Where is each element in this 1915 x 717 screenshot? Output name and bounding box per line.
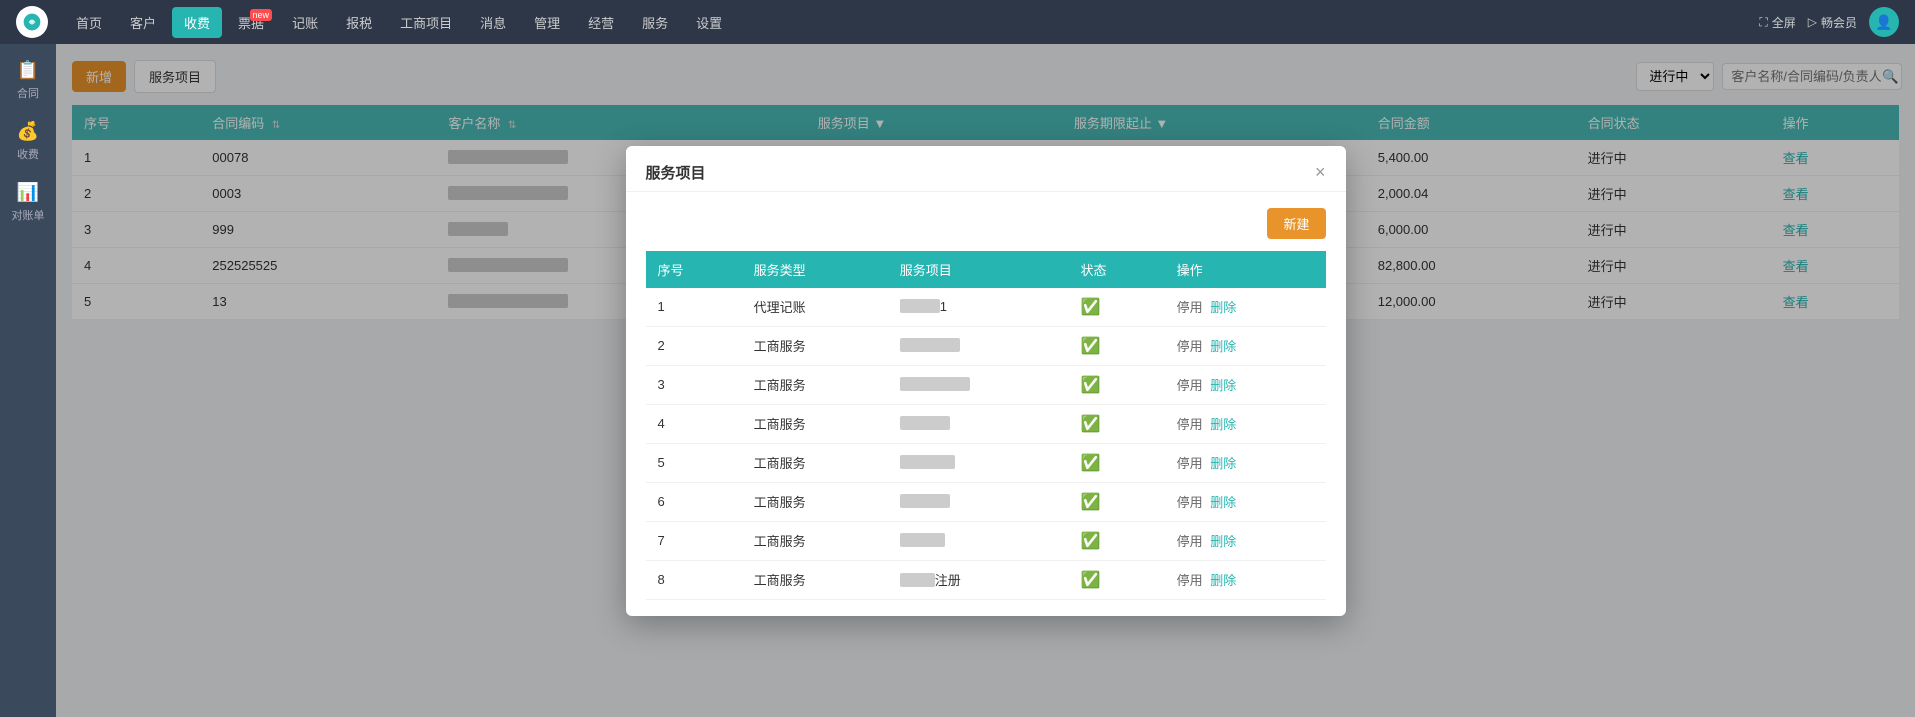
create-service-button[interactable]: 新建 (1267, 208, 1325, 239)
status-check-icon: ✅ (1080, 572, 1100, 589)
modal-table-row: 5 工商服务 ✅ 停用 删除 (646, 443, 1326, 482)
nav-business[interactable]: 工商项目 (388, 7, 464, 38)
nav-menu: 首页 客户 收费 票据 new 记账 报税 工商项目 消息 管理 经营 服务 设… (64, 7, 1759, 38)
delete-button[interactable]: 删除 (1210, 570, 1236, 589)
modal-header: 服务项目 × (626, 146, 1346, 192)
delete-button[interactable]: 删除 (1210, 453, 1236, 472)
modal-close-button[interactable]: × (1315, 162, 1326, 183)
disable-button[interactable]: 停用 (1177, 531, 1203, 550)
main-content: 新增 服务项目 进行中 已完成 已终止 🔍 序号 合同编码 ⇅ 客户名称 ⇅ 服… (56, 44, 1915, 717)
new-badge: new (250, 9, 273, 22)
modal-col-no: 序号 (646, 251, 742, 288)
modal-col-op: 操作 (1165, 251, 1326, 288)
sidebar-item-label: 收费 (17, 146, 39, 162)
disable-button[interactable]: 停用 (1177, 297, 1203, 316)
disable-button[interactable]: 停用 (1177, 453, 1203, 472)
sidebar-item-billing[interactable]: 💰 收费 (4, 113, 52, 170)
modal-table-row: 1 代理记账 1 ✅ 停用 删除 (646, 288, 1326, 327)
disable-button[interactable]: 停用 (1177, 375, 1203, 394)
disable-button[interactable]: 停用 (1177, 414, 1203, 433)
nav-message[interactable]: 消息 (468, 7, 518, 38)
modal-table-row: 4 工商服务 ✅ 停用 删除 (646, 404, 1326, 443)
disable-button[interactable]: 停用 (1177, 570, 1203, 589)
delete-button[interactable]: 删除 (1210, 297, 1236, 316)
modal-table-row: 3 工商服务 ✅ 停用 删除 (646, 365, 1326, 404)
app-logo[interactable] (16, 6, 48, 38)
nav-settings[interactable]: 设置 (684, 7, 734, 38)
top-navigation: 首页 客户 收费 票据 new 记账 报税 工商项目 消息 管理 经营 服务 设… (0, 0, 1915, 44)
nav-manage[interactable]: 管理 (522, 7, 572, 38)
nav-bookkeeping[interactable]: 记账 (280, 7, 330, 38)
delete-button[interactable]: 删除 (1210, 414, 1236, 433)
modal-table-row: 6 工商服务 ✅ 停用 删除 (646, 482, 1326, 521)
modal-table-row: 7 工商服务 ✅ 停用 删除 (646, 521, 1326, 560)
modal-table-row: 2 工商服务 ✅ 停用 删除 (646, 326, 1326, 365)
user-avatar[interactable]: 👤 (1869, 7, 1899, 37)
service-items-table: 序号 服务类型 服务项目 状态 操作 1 代理记账 (646, 251, 1326, 600)
contract-icon: 📋 (17, 60, 39, 81)
nav-operations[interactable]: 经营 (576, 7, 626, 38)
reconciliation-icon: 📊 (17, 182, 39, 203)
disable-button[interactable]: 停用 (1177, 336, 1203, 355)
modal-title: 服务项目 (646, 162, 706, 183)
fullscreen-button[interactable]: ⛶ 全屏 (1759, 14, 1795, 31)
delete-button[interactable]: 删除 (1210, 375, 1236, 394)
app-layout: 📋 合同 💰 收费 📊 对账单 新增 服务项目 进行中 已完成 已终止 🔍 (0, 44, 1915, 717)
sidebar-item-contract[interactable]: 📋 合同 (4, 52, 52, 109)
delete-button[interactable]: 删除 (1210, 336, 1236, 355)
status-check-icon: ✅ (1080, 416, 1100, 433)
nav-billing[interactable]: 收费 (172, 7, 222, 38)
sidebar-item-label: 对账单 (12, 207, 45, 223)
nav-tax[interactable]: 报税 (334, 7, 384, 38)
status-check-icon: ✅ (1080, 377, 1100, 394)
modal-toolbar: 新建 (646, 208, 1326, 239)
nav-invoice[interactable]: 票据 new (226, 7, 276, 38)
status-check-icon: ✅ (1080, 338, 1100, 355)
nav-client[interactable]: 客户 (118, 7, 168, 38)
sidebar: 📋 合同 💰 收费 📊 对账单 (0, 44, 56, 717)
status-check-icon: ✅ (1080, 494, 1100, 511)
modal-table-scroll[interactable]: 序号 服务类型 服务项目 状态 操作 1 代理记账 (646, 251, 1326, 600)
modal-col-type: 服务类型 (742, 251, 888, 288)
delete-button[interactable]: 删除 (1210, 531, 1236, 550)
modal-table-row: 8 工商服务 注册 ✅ 停用 删除 (646, 560, 1326, 599)
modal-col-item: 服务项目 (888, 251, 1069, 288)
delete-button[interactable]: 删除 (1210, 492, 1236, 511)
vip-button[interactable]: ▷ 畅会员 (1808, 14, 1857, 31)
nav-home[interactable]: 首页 (64, 7, 114, 38)
sidebar-item-reconciliation[interactable]: 📊 对账单 (4, 174, 52, 231)
status-check-icon: ✅ (1080, 533, 1100, 550)
service-items-modal: 服务项目 × 新建 序号 服务类型 服务项目 (626, 146, 1346, 616)
disable-button[interactable]: 停用 (1177, 492, 1203, 511)
nav-right-actions: ⛶ 全屏 ▷ 畅会员 👤 (1759, 7, 1899, 37)
modal-col-status: 状态 (1068, 251, 1164, 288)
nav-service[interactable]: 服务 (630, 7, 680, 38)
status-check-icon: ✅ (1080, 455, 1100, 472)
sidebar-item-label: 合同 (17, 85, 39, 101)
status-check-icon: ✅ (1080, 299, 1100, 316)
billing-icon: 💰 (17, 121, 39, 142)
modal-body: 新建 序号 服务类型 服务项目 状态 操作 (626, 192, 1346, 616)
